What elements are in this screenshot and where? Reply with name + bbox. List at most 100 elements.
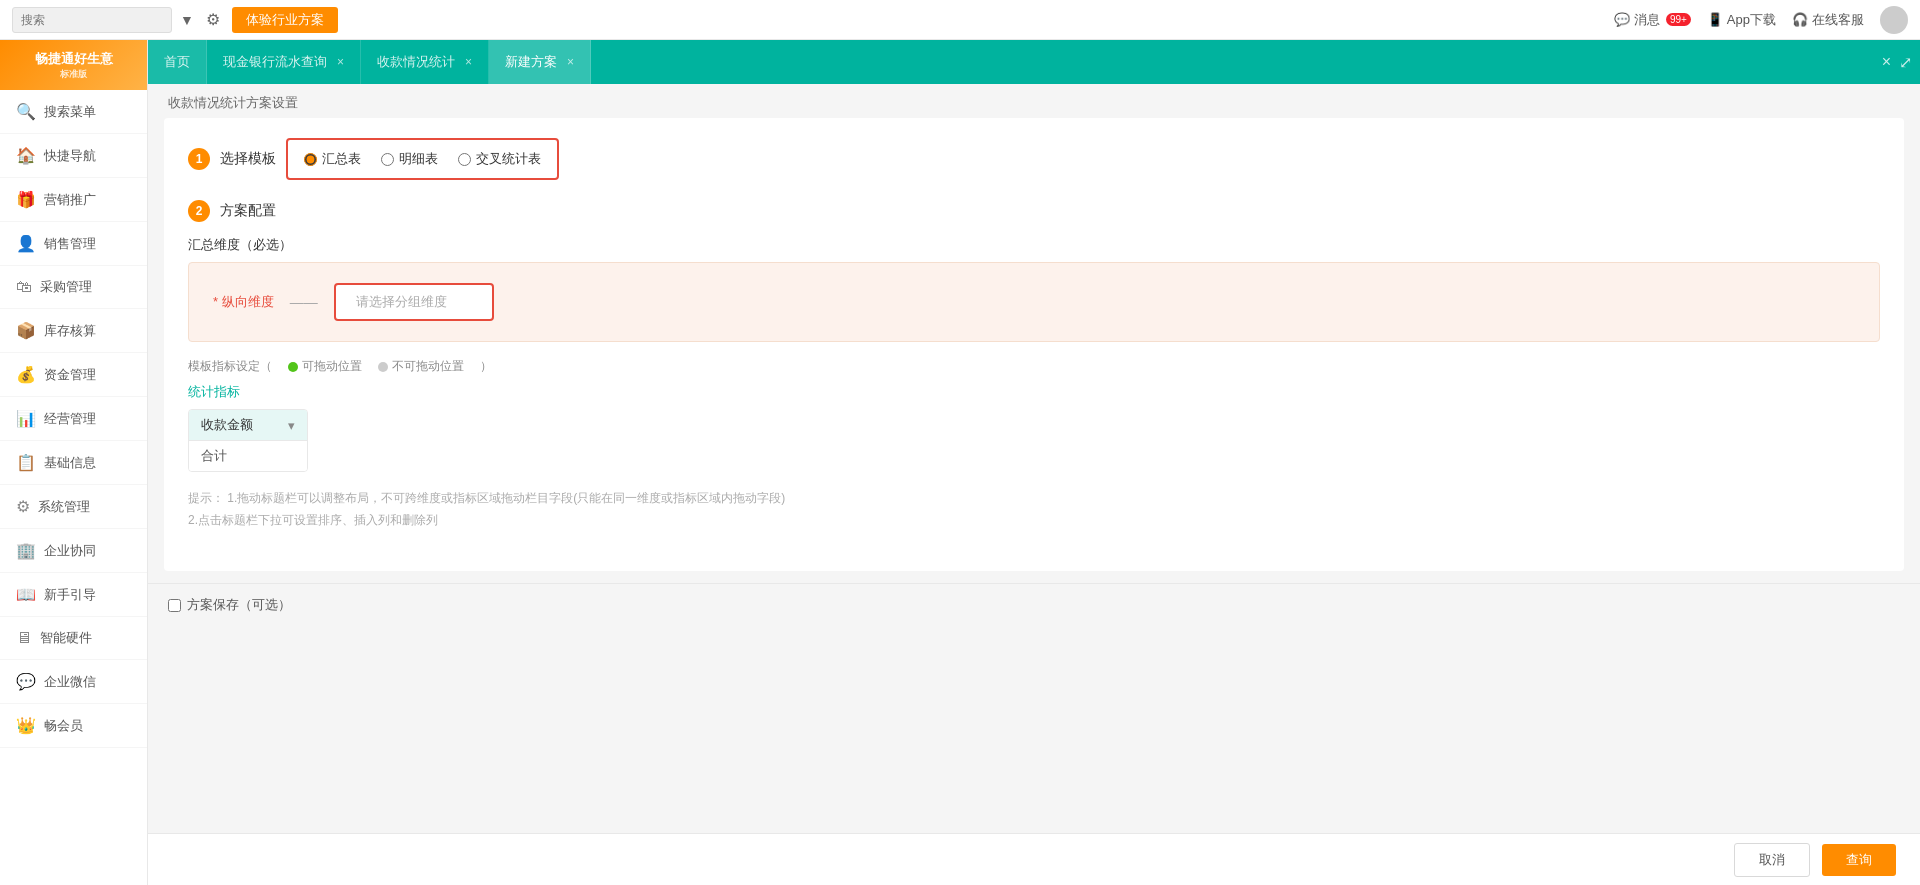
quick-nav-icon: 🏠 [16,146,36,165]
logo-sub: 标准版 [35,68,113,81]
tip1: 提示： 1.拖动标题栏可以调整布局，不可跨维度或指标区域拖动栏目字段(只能在同一… [188,488,1880,510]
sidebar: 畅捷通好生意 标准版 🔍 搜索菜单 🏠 快捷导航 🎁 营销推广 👤 销售管理 🛍… [0,40,148,885]
draggable-label: 可拖动位置 [302,358,362,375]
tab-expand-action[interactable]: ⤢ [1899,53,1912,72]
radio-detail-label: 明细表 [399,150,438,168]
online-service-item[interactable]: 🎧 在线客服 [1792,11,1864,29]
header-search-input[interactable] [12,7,172,33]
metrics-section-title: 模板指标设定（ [188,358,272,375]
sidebar-item-label: 营销推广 [44,191,96,209]
app-icon: 📱 [1707,12,1723,27]
finance-icon: 💰 [16,365,36,384]
tab-bank-flow-close[interactable]: × [337,55,344,69]
tips-section: 提示： 1.拖动标题栏可以调整布局，不可跨维度或指标区域拖动栏目字段(只能在同一… [188,488,1880,531]
breadcrumb: 收款情况统计方案设置 [168,95,298,110]
step1-badge: 1 [188,148,210,170]
vertical-dim-label: * 纵向维度 [213,293,274,311]
notification-item[interactable]: 💬 消息 99+ [1614,11,1691,29]
tab-new-plan-close[interactable]: × [567,55,574,69]
step2-header: 2 方案配置 [188,200,1880,222]
tab-receivable-stats[interactable]: 收款情况统计 × [361,40,489,84]
sidebar-item-label: 系统管理 [38,498,90,516]
radio-detail[interactable]: 明细表 [381,150,438,168]
stats-table-cell: 合计 [189,441,307,471]
app-download-item[interactable]: 📱 App下载 [1707,11,1776,29]
radio-summary[interactable]: 汇总表 [304,150,361,168]
sidebar-item-quick-nav[interactable]: 🏠 快捷导航 [0,134,147,178]
sidebar-item-wechat[interactable]: 💬 企业微信 [0,660,147,704]
dimension-select-box[interactable]: 请选择分组维度 [334,283,494,321]
sidebar-item-enterprise[interactable]: 🏢 企业协同 [0,529,147,573]
tab-bar: 首页 现金银行流水查询 × 收款情况统计 × 新建方案 × × ⤢ [148,40,1920,84]
sidebar-item-finance[interactable]: 💰 资金管理 [0,353,147,397]
sidebar-item-smart-hardware[interactable]: 🖥 智能硬件 [0,617,147,660]
step2-badge: 2 [188,200,210,222]
stats-dropdown-icon[interactable]: ▾ [288,418,295,433]
industry-btn[interactable]: 体验行业方案 [232,7,338,33]
sidebar-item-marketing[interactable]: 🎁 营销推广 [0,178,147,222]
save-option-label: 方案保存（可选） [187,596,291,614]
dimension-row: * 纵向维度 —— 请选择分组维度 [213,283,1855,321]
metrics-header: 模板指标设定（ 可拖动位置 不可拖动位置 ） [188,358,1880,375]
stats-label: 统计指标 [188,383,1880,401]
tab-new-plan[interactable]: 新建方案 × [489,40,591,84]
save-checkbox[interactable] [168,599,181,612]
sidebar-item-label: 采购管理 [40,278,92,296]
query-button[interactable]: 查询 [1822,844,1896,876]
tab-receivable-stats-label: 收款情况统计 [377,53,455,71]
radio-cross-input[interactable] [458,153,471,166]
dimension-placeholder: 请选择分组维度 [356,294,447,309]
step1-section: 1 选择模板 汇总表 明细表 [188,138,1880,180]
sidebar-item-label: 快捷导航 [44,147,96,165]
sidebar-item-system[interactable]: ⚙ 系统管理 [0,485,147,529]
avatar [1880,6,1908,34]
marketing-icon: 🎁 [16,190,36,209]
notification-badge: 99+ [1666,13,1691,26]
tab-receivable-stats-close[interactable]: × [465,55,472,69]
dimension-section-title: 汇总维度（必选） [188,237,292,252]
sidebar-item-label: 搜索菜单 [44,103,96,121]
step2-title: 方案配置 [220,202,276,220]
header-right: 💬 消息 99+ 📱 App下载 🎧 在线客服 [1614,6,1908,34]
stats-table-header[interactable]: 收款金额 ▾ [189,410,307,441]
bottom-action-bar: 取消 查询 [148,833,1920,885]
step2-section: 2 方案配置 汇总维度（必选） * 纵向维度 —— 请选择分组维度 [188,200,1880,531]
header-dropdown-btn[interactable]: ▼ [180,12,194,28]
arrow-right-icon: —— [290,294,318,310]
sidebar-item-label: 销售管理 [44,235,96,253]
guide-icon: 📖 [16,585,36,604]
sidebar-item-inventory[interactable]: 📦 库存核算 [0,309,147,353]
tab-close-action[interactable]: × [1882,53,1891,71]
sidebar-item-operation[interactable]: 📊 经营管理 [0,397,147,441]
radio-summary-input[interactable] [304,153,317,166]
sidebar-item-search-menu[interactable]: 🔍 搜索菜单 [0,90,147,134]
notification-label: 消息 [1634,11,1660,29]
radio-detail-input[interactable] [381,153,394,166]
sidebar-item-sales[interactable]: 👤 销售管理 [0,222,147,266]
layout: 畅捷通好生意 标准版 🔍 搜索菜单 🏠 快捷导航 🎁 营销推广 👤 销售管理 🛍… [0,40,1920,885]
sidebar-item-membership[interactable]: 👑 畅会员 [0,704,147,748]
sidebar-item-label: 库存核算 [44,322,96,340]
tab-new-plan-label: 新建方案 [505,53,557,71]
non-draggable-dot [378,362,388,372]
tab-home-label: 首页 [164,53,190,71]
radio-cross[interactable]: 交叉统计表 [458,150,541,168]
gear-icon[interactable]: ⚙ [206,10,220,29]
step1-header: 1 选择模板 汇总表 明细表 [188,138,1880,180]
operation-icon: 📊 [16,409,36,428]
sidebar-item-purchase[interactable]: 🛍 采购管理 [0,266,147,309]
top-header: ▼ ⚙ 体验行业方案 💬 消息 99+ 📱 App下载 🎧 在线客服 [0,0,1920,40]
main-card: 1 选择模板 汇总表 明细表 [164,118,1904,571]
sidebar-item-guide[interactable]: 📖 新手引导 [0,573,147,617]
sidebar-item-label: 企业微信 [44,673,96,691]
sidebar-item-basic-info[interactable]: 📋 基础信息 [0,441,147,485]
user-item[interactable] [1880,6,1908,34]
draggable-badge: 可拖动位置 [288,358,362,375]
cancel-button[interactable]: 取消 [1734,843,1810,877]
stats-col-header: 收款金额 [201,416,253,434]
tab-bank-flow[interactable]: 现金银行流水查询 × [207,40,361,84]
tab-home[interactable]: 首页 [148,40,207,84]
notification-icon: 💬 [1614,12,1630,27]
non-draggable-badge: 不可拖动位置 [378,358,464,375]
tab-bar-actions: × ⤢ [1882,53,1920,72]
